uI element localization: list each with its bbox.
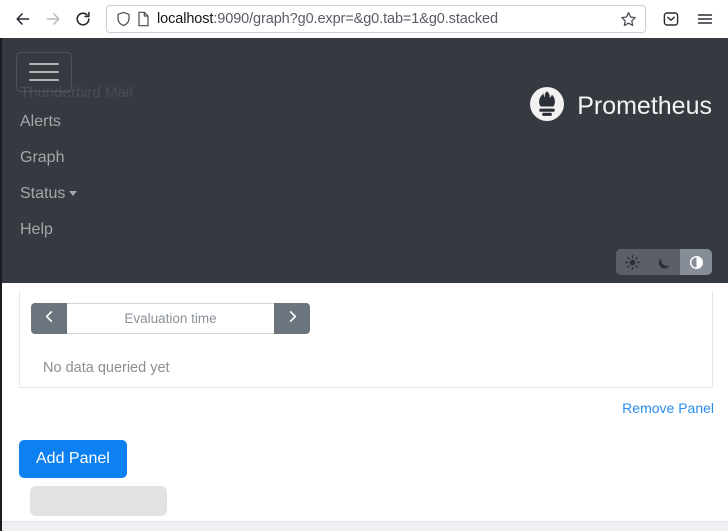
prometheus-navbar: Thunderbird Mail Alerts Graph Status Hel…: [2, 38, 728, 283]
graph-page-body: Evaluation time No data queried yet Remo…: [2, 291, 728, 516]
nav-item-graph[interactable]: Graph: [16, 140, 714, 176]
hamburger-menu-icon-bar3: [29, 79, 59, 81]
back-button[interactable]: [8, 4, 38, 34]
nav-item-status[interactable]: Status: [16, 176, 714, 212]
browser-menu-button[interactable]: [690, 4, 720, 34]
add-panel-button[interactable]: Add Panel: [19, 440, 127, 478]
query-panel: Evaluation time No data queried yet: [19, 291, 713, 388]
page-viewport: Thunderbird Mail Alerts Graph Status Hel…: [0, 38, 728, 531]
url-host: localhost: [157, 11, 214, 27]
remove-panel-link[interactable]: Remove Panel: [622, 400, 714, 416]
add-panel-row: Add Panel: [2, 418, 728, 516]
reload-button[interactable]: [68, 4, 98, 34]
pocket-save-button[interactable]: [656, 4, 686, 34]
hamburger-menu-icon: [29, 63, 59, 65]
navbar-toggler-button[interactable]: [16, 52, 72, 92]
chevron-right-icon: [285, 309, 300, 329]
forward-arrow-icon: [44, 10, 62, 28]
chevron-left-icon: [42, 309, 57, 329]
prometheus-logo-icon: [529, 86, 565, 127]
bottom-strip: [2, 521, 728, 531]
eval-time-next-button[interactable]: [274, 303, 310, 334]
evaluation-time-group: Evaluation time: [31, 303, 310, 334]
theme-switcher: [616, 249, 712, 275]
browser-toolbar: localhost:9090/graph?g0.expr=&g0.tab=1&g…: [0, 0, 728, 38]
no-data-message: No data queried yet: [43, 360, 170, 376]
dark-theme-button[interactable]: [648, 249, 680, 275]
light-theme-button[interactable]: [616, 249, 648, 275]
page-document-icon: [133, 9, 153, 29]
half-circle-icon: [689, 255, 704, 270]
sun-icon: [624, 254, 640, 270]
nav-item-help-label: Help: [20, 221, 53, 238]
navbar-brand-label: Prometheus: [577, 92, 712, 120]
pocket-save-icon: [662, 10, 680, 28]
eval-time-prev-button[interactable]: [31, 303, 67, 334]
moon-icon: [657, 255, 672, 270]
auto-theme-button[interactable]: [680, 249, 712, 275]
nav-item-alerts-label: Alerts: [20, 113, 61, 130]
navbar-brand[interactable]: Prometheus: [529, 86, 712, 127]
hamburger-menu-icon-bar2: [29, 71, 59, 73]
reload-icon: [74, 10, 92, 28]
back-arrow-icon: [14, 10, 32, 28]
nav-item-help[interactable]: Help: [16, 212, 714, 248]
chevron-down-icon: [69, 191, 78, 197]
browser-right-controls: [656, 4, 720, 34]
nav-item-graph-label: Graph: [20, 149, 65, 166]
address-bar[interactable]: localhost:9090/graph?g0.expr=&g0.tab=1&g…: [106, 5, 646, 33]
url-text[interactable]: localhost:9090/graph?g0.expr=&g0.tab=1&g…: [157, 11, 617, 27]
placeholder-block: [30, 485, 167, 516]
evaluation-time-input[interactable]: Evaluation time: [67, 303, 274, 334]
remove-panel-row: Remove Panel: [2, 388, 728, 418]
forward-button[interactable]: [38, 4, 68, 34]
url-path: :9090/graph?g0.expr=&g0.tab=1&g0.stacked: [213, 11, 498, 27]
hamburger-menu-icon: [696, 10, 714, 28]
shield-icon[interactable]: [113, 9, 133, 29]
star-icon[interactable]: [617, 8, 639, 30]
nav-item-status-label: Status: [20, 185, 66, 202]
